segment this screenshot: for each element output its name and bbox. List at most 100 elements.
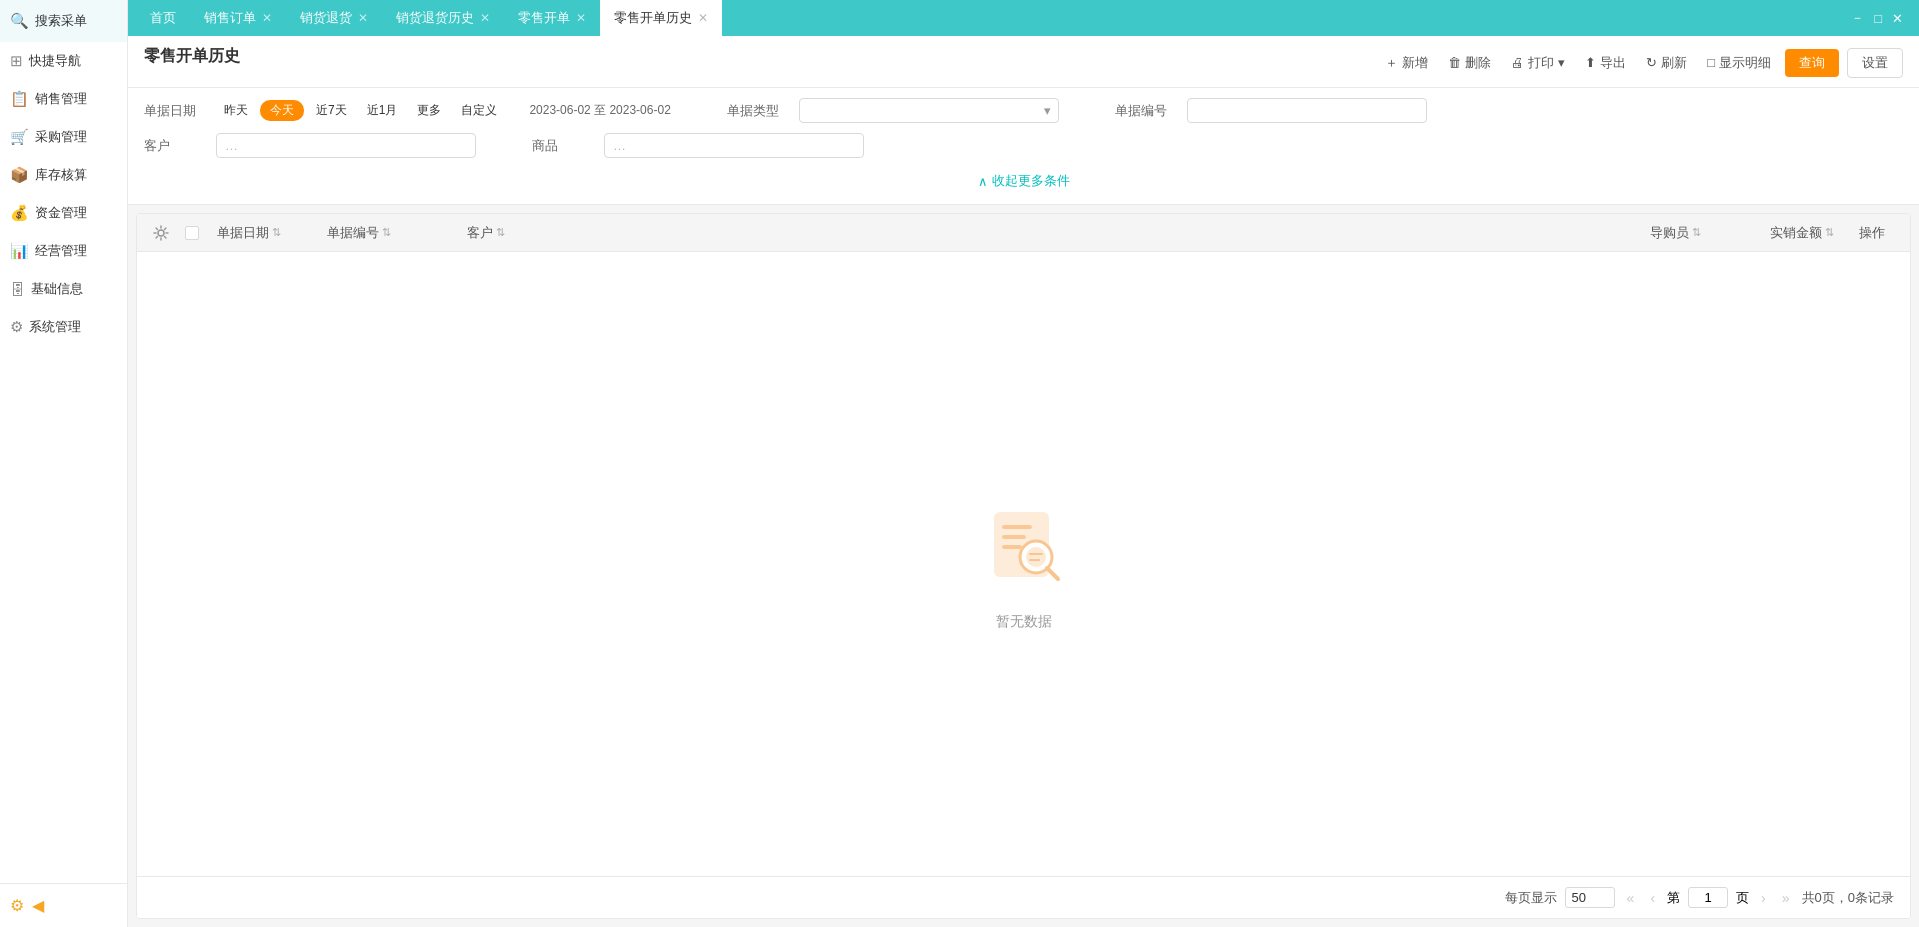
customer-filter-input[interactable]: …: [216, 133, 476, 158]
tab-home-label: 首页: [150, 9, 176, 27]
date-btn-today[interactable]: 今天: [260, 100, 304, 121]
per-page-select[interactable]: 50 10 20 100: [1565, 887, 1615, 908]
goods-filter-input[interactable]: …: [604, 133, 864, 158]
filter-row-1: 单据日期 昨天 今天 近7天 近1月 更多 自定义 2023-06-02 至 2…: [144, 98, 1903, 123]
basic-info-icon: 🗄: [10, 281, 25, 298]
tab-retail-open-history[interactable]: 零售开单历史 ✕: [600, 0, 722, 36]
settings-label: 设置: [1862, 54, 1888, 72]
sidebar-item-label: 经营管理: [35, 242, 87, 260]
sidebar-item-basic-info[interactable]: 🗄 基础信息: [0, 270, 127, 308]
tab-retail-open-label: 零售开单: [518, 9, 570, 27]
customer-sort-icon: ⇅: [496, 226, 505, 239]
filter-area: 单据日期 昨天 今天 近7天 近1月 更多 自定义 2023-06-02 至 2…: [128, 88, 1919, 205]
type-filter-select[interactable]: [799, 98, 1059, 123]
th-amount-label: 实销金额: [1770, 224, 1822, 242]
th-customer[interactable]: 客户 ⇅: [459, 224, 1642, 242]
date-btn-last7[interactable]: 近7天: [308, 100, 355, 121]
th-date-label: 单据日期: [217, 224, 269, 242]
display-detail-button[interactable]: □ 显示明细: [1701, 50, 1777, 76]
checkbox-icon: □: [1707, 55, 1715, 70]
filter-row-2: 客户 … 商品 …: [144, 133, 1903, 158]
export-label: 导出: [1600, 54, 1626, 72]
refresh-button[interactable]: ↻ 刷新: [1640, 50, 1693, 76]
collapse-sidebar-icon[interactable]: ◀: [32, 896, 44, 915]
inventory-icon: 📦: [10, 166, 29, 184]
collapse-icon: ∧: [978, 174, 988, 189]
tab-sales-return-history[interactable]: 销货退货历史 ✕: [382, 0, 504, 36]
delete-button[interactable]: 🗑 删除: [1442, 50, 1497, 76]
window-maximize[interactable]: □: [1874, 11, 1882, 26]
settings-button[interactable]: 设置: [1847, 48, 1903, 78]
print-button[interactable]: 🖨 打印 ▾: [1505, 50, 1571, 76]
date-btn-yesterday[interactable]: 昨天: [216, 100, 256, 121]
num-filter-input[interactable]: [1187, 98, 1427, 123]
sidebar-item-quick-nav[interactable]: ⊞ 快捷导航: [0, 42, 127, 80]
query-button[interactable]: 查询: [1785, 49, 1839, 77]
tab-sales-return-close[interactable]: ✕: [358, 11, 368, 25]
window-controls: － □ ✕: [1851, 9, 1911, 27]
empty-text: 暂无数据: [996, 613, 1052, 631]
tab-sales-return-history-label: 销货退货历史: [396, 9, 474, 27]
th-num[interactable]: 单据编号 ⇅: [319, 224, 459, 242]
tab-home[interactable]: 首页: [136, 0, 190, 36]
sidebar-item-finance[interactable]: 💰 资金管理: [0, 194, 127, 232]
sys-icon: ⚙: [10, 318, 23, 336]
th-action: 操作: [1842, 224, 1902, 242]
quick-nav-icon: ⊞: [10, 52, 23, 70]
page-label: 第: [1667, 889, 1680, 907]
sidebar-item-label: 库存核算: [35, 166, 87, 184]
tab-sales-return-label: 销货退货: [300, 9, 352, 27]
per-page-select-wrap: 50 10 20 100: [1565, 887, 1615, 908]
date-btn-more[interactable]: 更多: [409, 100, 449, 121]
table-container: 单据日期 ⇅ 单据编号 ⇅ 客户 ⇅ 导购员 ⇅ 实销金额 ⇅: [136, 213, 1911, 919]
tab-sales-return-history-close[interactable]: ✕: [480, 11, 490, 25]
date-btn-last1m[interactable]: 近1月: [359, 100, 406, 121]
add-icon: ＋: [1385, 54, 1398, 72]
th-settings[interactable]: [145, 225, 177, 241]
tab-retail-open[interactable]: 零售开单 ✕: [504, 0, 600, 36]
collapse-button[interactable]: ∧ 收起更多条件: [978, 168, 1070, 194]
tab-retail-open-close[interactable]: ✕: [576, 11, 586, 25]
next-page-button[interactable]: ›: [1757, 888, 1770, 908]
export-icon: ⬆: [1585, 55, 1596, 70]
amount-sort-icon: ⇅: [1825, 226, 1834, 239]
date-btn-custom[interactable]: 自定义: [453, 100, 505, 121]
sidebar-item-sys-mgmt[interactable]: ⚙ 系统管理: [0, 308, 127, 346]
th-check[interactable]: [177, 226, 209, 240]
tab-sales-order[interactable]: 销售订单 ✕: [190, 0, 286, 36]
prev-page-button[interactable]: ‹: [1646, 888, 1659, 908]
sidebar-item-sales-mgmt[interactable]: 📋 销售管理: [0, 80, 127, 118]
page-input[interactable]: [1688, 887, 1728, 908]
window-close[interactable]: ✕: [1892, 11, 1903, 26]
tab-sales-order-close[interactable]: ✕: [262, 11, 272, 25]
add-button[interactable]: ＋ 新增: [1379, 50, 1434, 76]
ops-icon: 📊: [10, 242, 29, 260]
first-page-button[interactable]: «: [1623, 888, 1639, 908]
tab-sales-return[interactable]: 销货退货 ✕: [286, 0, 382, 36]
settings-icon[interactable]: ⚙: [10, 896, 24, 915]
delete-icon: 🗑: [1448, 55, 1461, 70]
tab-retail-open-history-close[interactable]: ✕: [698, 11, 708, 25]
svg-point-0: [158, 230, 164, 236]
sidebar-item-inventory[interactable]: 📦 库存核算: [0, 156, 127, 194]
last-page-button[interactable]: »: [1778, 888, 1794, 908]
th-amount[interactable]: 实销金额 ⇅: [1742, 224, 1842, 242]
svg-rect-2: [1002, 525, 1032, 529]
sidebar-item-ops[interactable]: 📊 经营管理: [0, 232, 127, 270]
th-customer-label: 客户: [467, 224, 493, 242]
goods-placeholder: …: [613, 138, 626, 153]
sidebar-search[interactable]: 🔍 搜索采单: [0, 0, 127, 42]
total-info: 共0页，0条记录: [1802, 889, 1894, 907]
th-guide[interactable]: 导购员 ⇅: [1642, 224, 1742, 242]
sidebar-item-purchase-mgmt[interactable]: 🛒 采购管理: [0, 118, 127, 156]
svg-point-6: [1026, 547, 1046, 567]
date-range-display: 2023-06-02 至 2023-06-02: [529, 102, 670, 119]
window-minimize[interactable]: －: [1851, 9, 1864, 27]
collapse-label: 收起更多条件: [992, 172, 1070, 190]
th-date[interactable]: 单据日期 ⇅: [209, 224, 319, 242]
top-nav: 首页 销售订单 ✕ 销货退货 ✕ 销货退货历史 ✕ 零售开单 ✕ 零售开单历史 …: [128, 0, 1919, 36]
select-all-checkbox[interactable]: [185, 226, 199, 240]
toolbar: ＋ 新增 🗑 删除 🖨 打印 ▾ ⬆ 导出 ↻ 刷新: [1379, 48, 1903, 78]
date-sort-icon: ⇅: [272, 226, 281, 239]
export-button[interactable]: ⬆ 导出: [1579, 50, 1632, 76]
